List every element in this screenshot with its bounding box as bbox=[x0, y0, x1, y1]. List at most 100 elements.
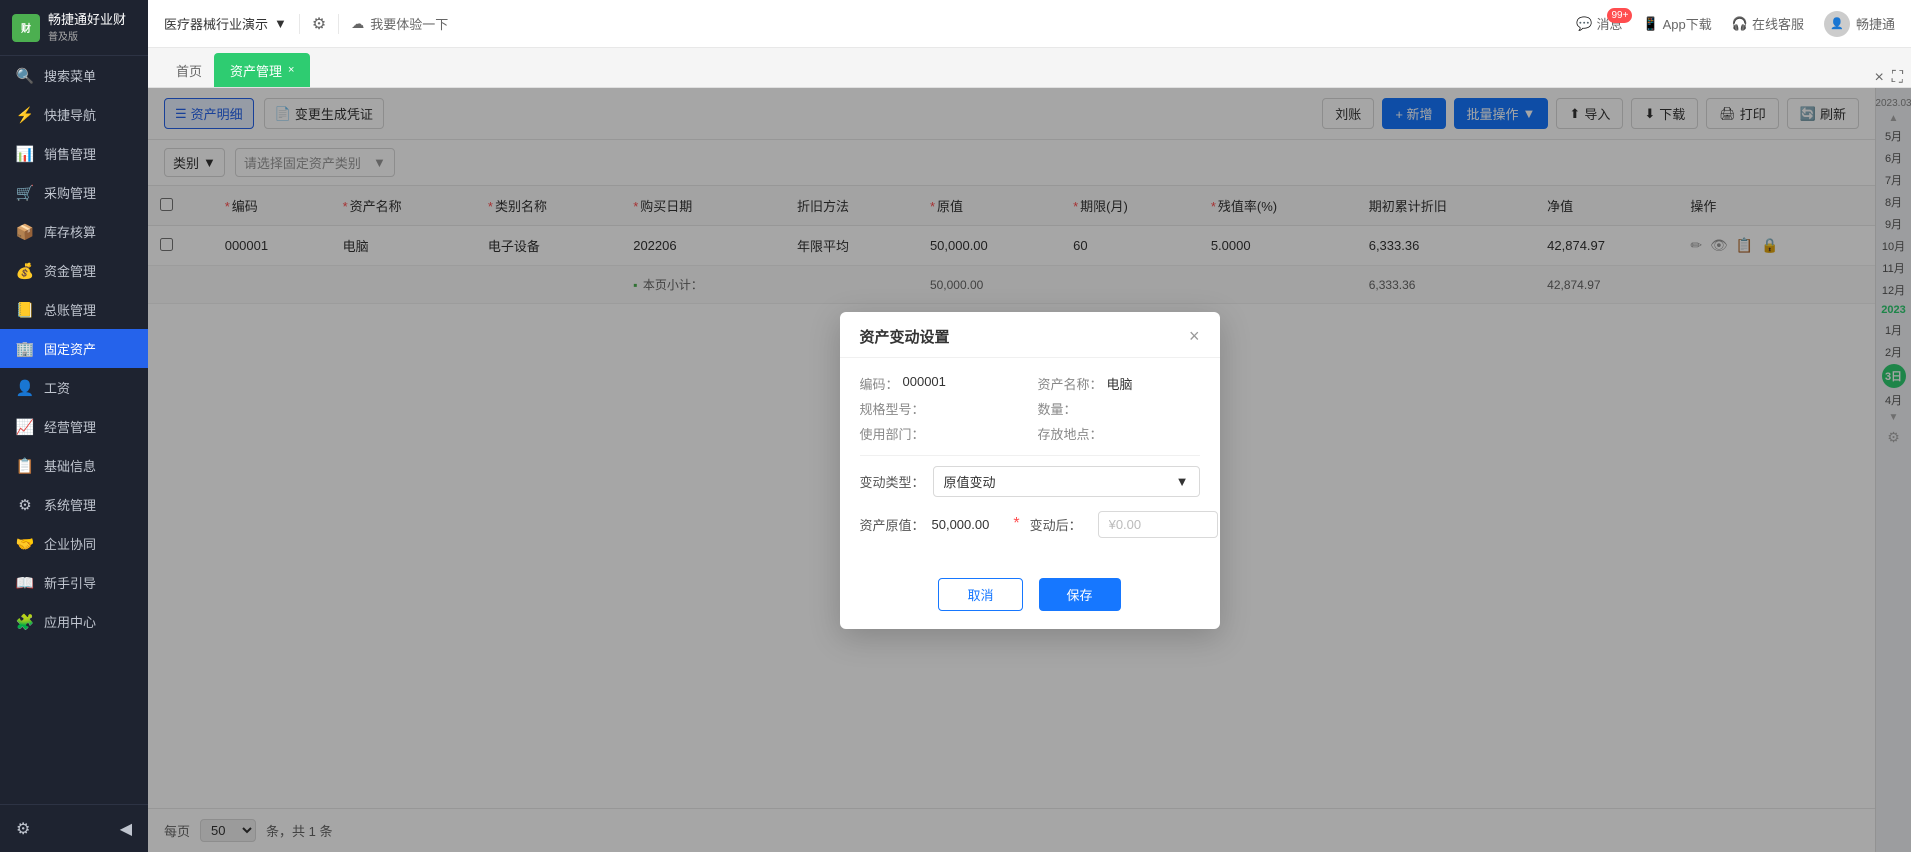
sidebar-item-ledger[interactable]: 📒 总账管理 bbox=[0, 290, 148, 329]
modal-info-grid: 编码： 000001 资产名称： 电脑 规格型号： 数量： bbox=[860, 374, 1200, 443]
corp-icon: 🤝 bbox=[16, 535, 34, 553]
save-btn[interactable]: 保存 bbox=[1039, 578, 1121, 611]
notifications-badge: 99+ bbox=[1607, 8, 1632, 23]
sidebar-item-label: 工资 bbox=[44, 378, 70, 397]
sidebar-item-label: 系统管理 bbox=[44, 495, 96, 514]
sidebar-item-label: 企业协同 bbox=[44, 534, 96, 553]
company-name: 医疗器械行业演示 bbox=[164, 14, 268, 33]
modal-title: 资产变动设置 bbox=[860, 326, 950, 347]
sidebar-item-apps[interactable]: 🧩 应用中心 bbox=[0, 602, 148, 641]
sidebar-item-sales[interactable]: 📊 销售管理 bbox=[0, 134, 148, 173]
sidebar-item-label: 搜索菜单 bbox=[44, 66, 96, 85]
sidebar-item-label: 销售管理 bbox=[44, 144, 96, 163]
purchase-icon: 🛒 bbox=[16, 184, 34, 202]
cloud-icon: ☁ bbox=[351, 16, 364, 32]
quicknav-icon: ⚡ bbox=[16, 106, 34, 124]
sales-icon: 📊 bbox=[16, 145, 34, 163]
change-type-value: 原值变动 bbox=[944, 472, 996, 491]
after-change-label: 变动后： bbox=[1030, 515, 1082, 534]
wage-icon: 👤 bbox=[16, 379, 34, 397]
sidebar-item-purchase[interactable]: 🛒 采购管理 bbox=[0, 173, 148, 212]
customer-service-btn[interactable]: 🎧 在线客服 bbox=[1732, 14, 1804, 33]
modal-quantity-field: 数量： bbox=[1038, 399, 1200, 418]
sidebar-item-fixed[interactable]: 🏢固定资产 bbox=[0, 329, 148, 368]
change-type-select[interactable]: 原值变动 ▼ bbox=[933, 466, 1200, 497]
tab-asset-management[interactable]: 资产管理 × bbox=[214, 53, 310, 87]
sidebar-menu: 🔍 搜索菜单 ⚡ 快捷导航 📊 销售管理 🛒 采购管理 📦库存核算💰资金管理 📒 总账管理 🏢固定资产… bbox=[0, 56, 148, 804]
sidebar-item-ops[interactable]: 📈 经营管理 bbox=[0, 407, 148, 446]
tab-close-icon[interactable]: × bbox=[288, 65, 294, 76]
window-maximize-icon[interactable]: ⛶ bbox=[1892, 69, 1903, 87]
topbar-divider bbox=[299, 14, 300, 34]
topbar-divider2 bbox=[338, 14, 339, 34]
content-area: ☰ 资产明细 📄 变更生成凭证 刘账 + 新增 批量操作 ▼ bbox=[148, 88, 1911, 852]
capital-icon: 💰 bbox=[16, 262, 34, 280]
search-icon: 🔍 bbox=[16, 67, 34, 85]
sidebar-item-inventory[interactable]: 📦库存核算 bbox=[0, 212, 148, 251]
download-icon: 📱 bbox=[1642, 16, 1658, 32]
original-value-row: 资产原值： 50,000.00 * 变动后： bbox=[860, 511, 1200, 538]
logo-icon: 财 bbox=[12, 14, 40, 42]
modal-header: 资产变动设置 × bbox=[840, 312, 1220, 358]
sidebar-bottom: ⚙ ◀ bbox=[0, 804, 148, 852]
sidebar-item-wage[interactable]: 👤 工资 bbox=[0, 368, 148, 407]
notifications-btn[interactable]: 💬 消息 99+ bbox=[1576, 14, 1622, 33]
sidebar-item-label: 快捷导航 bbox=[44, 105, 96, 124]
user-menu[interactable]: 👤 畅捷通 bbox=[1824, 11, 1895, 37]
base-icon: 📋 bbox=[16, 457, 34, 475]
sidebar-item-label: 应用中心 bbox=[44, 612, 96, 631]
customer-service-label: 在线客服 bbox=[1752, 14, 1804, 33]
cancel-btn[interactable]: 取消 bbox=[938, 578, 1022, 611]
sidebar-item-quicknav[interactable]: ⚡ 快捷导航 bbox=[0, 95, 148, 134]
user-avatar: 👤 bbox=[1824, 11, 1850, 37]
sidebar-item-base[interactable]: 📋 基础信息 bbox=[0, 446, 148, 485]
sidebar-item-label: 基础信息 bbox=[44, 456, 96, 475]
sidebar-item-corp[interactable]: 🤝 企业协同 bbox=[0, 524, 148, 563]
sidebar-item-label: 总账管理 bbox=[44, 300, 96, 319]
sidebar-item-search[interactable]: 🔍 搜索菜单 bbox=[0, 56, 148, 95]
apps-icon: 🧩 bbox=[16, 613, 34, 631]
user-name: 畅捷通 bbox=[1856, 14, 1895, 33]
home-tab-label: 首页 bbox=[176, 61, 202, 80]
sidebar-item-label: 采购管理 bbox=[44, 183, 96, 202]
inventory-icon: 📦 bbox=[16, 223, 34, 241]
collapse-icon[interactable]: ◀ bbox=[120, 819, 132, 839]
topbar-settings-icon[interactable]: ⚙ bbox=[312, 14, 326, 34]
modal-footer: 取消 保存 bbox=[840, 568, 1220, 629]
original-value-label: 资产原值： bbox=[860, 515, 924, 534]
app-download-label: App下载 bbox=[1663, 14, 1712, 33]
app-download-btn[interactable]: 📱 App下载 bbox=[1642, 14, 1711, 33]
modal-location-field: 存放地点： bbox=[1038, 424, 1200, 443]
ops-icon: 📈 bbox=[16, 418, 34, 436]
after-change-input[interactable] bbox=[1098, 511, 1218, 538]
topbar-right: 💬 消息 99+ 📱 App下载 🎧 在线客服 👤 畅捷通 bbox=[1576, 11, 1895, 37]
experience-btn[interactable]: ☁ 我要体验一下 bbox=[351, 14, 448, 33]
change-type-label: 变动类型： bbox=[860, 472, 925, 491]
tab-home[interactable]: 首页 bbox=[164, 53, 214, 87]
headset-icon: 🎧 bbox=[1732, 16, 1748, 32]
modal-spec-field: 规格型号： bbox=[860, 399, 1022, 418]
sidebar-item-label: 经营管理 bbox=[44, 417, 96, 436]
company-dropdown-icon: ▼ bbox=[274, 16, 287, 31]
bell-icon: 💬 bbox=[1576, 16, 1592, 32]
experience-label: 我要体验一下 bbox=[370, 14, 448, 33]
ledger-icon: 📒 bbox=[16, 301, 34, 319]
modal-body: 编码： 000001 资产名称： 电脑 规格型号： 数量： bbox=[840, 358, 1220, 568]
modal-close-btn[interactable]: × bbox=[1189, 327, 1200, 345]
sidebar-item-label: 新手引导 bbox=[44, 573, 96, 592]
main-area: 医疗器械行业演示 ▼ ⚙ ☁ 我要体验一下 💬 消息 99+ 📱 App下载 🎧… bbox=[148, 0, 1911, 852]
company-selector[interactable]: 医疗器械行业演示 ▼ bbox=[164, 14, 287, 33]
window-close-icon[interactable]: × bbox=[1874, 69, 1883, 87]
tabbar: 首页 资产管理 × × ⛶ bbox=[148, 48, 1911, 88]
sidebar-item-guide[interactable]: 📖新手引导 bbox=[0, 563, 148, 602]
sidebar-item-capital[interactable]: 💰资金管理 bbox=[0, 251, 148, 290]
topbar: 医疗器械行业演示 ▼ ⚙ ☁ 我要体验一下 💬 消息 99+ 📱 App下载 🎧… bbox=[148, 0, 1911, 48]
after-change-required: * bbox=[1013, 515, 1019, 533]
settings-icon[interactable]: ⚙ bbox=[16, 819, 30, 839]
modal-asset-name-field: 资产名称： 电脑 bbox=[1038, 374, 1200, 393]
system-icon: ⚙ bbox=[16, 496, 34, 514]
sidebar-item-label: 固定资产 bbox=[44, 339, 96, 358]
logo-text: 畅捷通好业财 普及版 bbox=[48, 12, 126, 43]
sidebar-item-system[interactable]: ⚙ 系统管理 bbox=[0, 485, 148, 524]
modal-dept-field: 使用部门： bbox=[860, 424, 1022, 443]
